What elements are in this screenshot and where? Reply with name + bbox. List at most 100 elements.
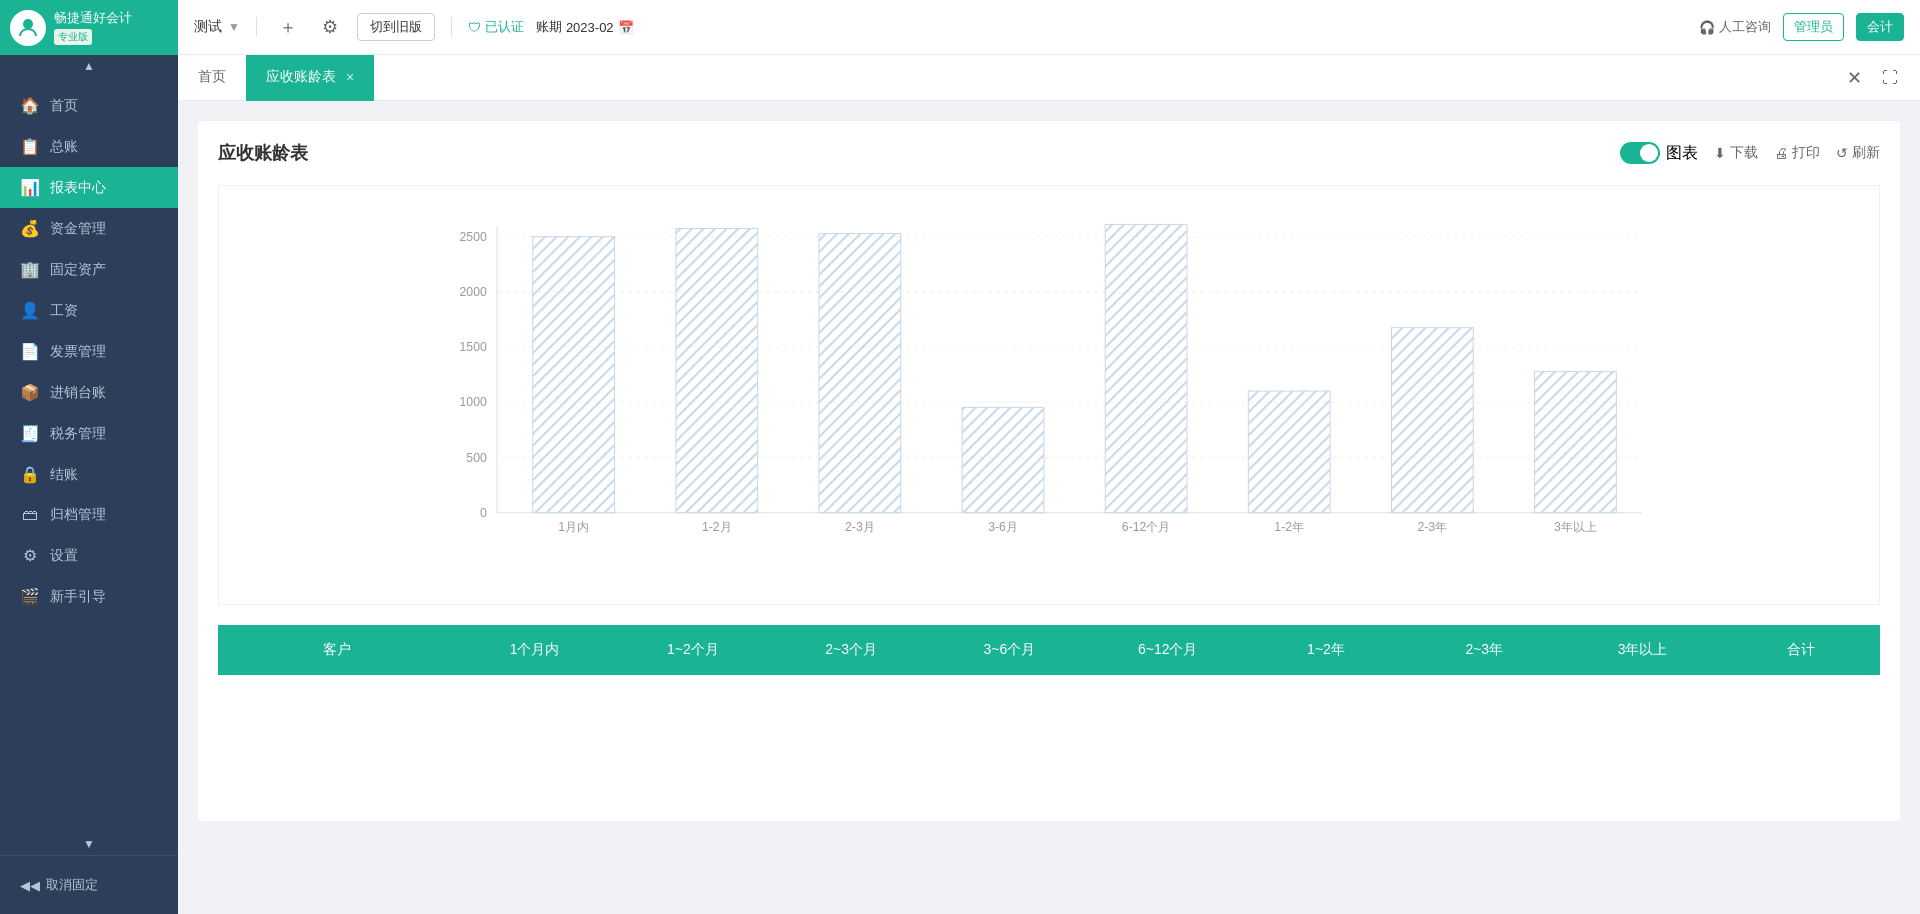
sidebar-label-payroll: 工资 [50, 302, 78, 320]
cancel-fixed-btn[interactable]: ◀◀ 取消固定 [0, 866, 178, 904]
svg-text:3-6月: 3-6月 [988, 520, 1018, 534]
sidebar-item-settings[interactable]: ⚙ 设置 [0, 535, 178, 576]
tab-close-icon[interactable]: × [346, 69, 354, 85]
svg-text:2500: 2500 [460, 230, 487, 244]
sidebar-item-reports[interactable]: 📊 报表中心 [0, 167, 178, 208]
table-header-9: 合计 [1722, 625, 1880, 675]
role-btn[interactable]: 会计 [1856, 13, 1904, 41]
refresh-icon: ↺ [1836, 145, 1848, 161]
sidebar-label-funds: 资金管理 [50, 220, 106, 238]
sidebar-label-close: 结账 [50, 466, 78, 484]
toggle-thumb [1640, 144, 1658, 162]
refresh-label: 刷新 [1852, 144, 1880, 162]
sidebar-label-reports: 报表中心 [50, 179, 106, 197]
scroll-down-arrow[interactable]: ▼ [0, 833, 178, 855]
svg-point-0 [23, 19, 33, 29]
tabbar: 首页 应收账龄表 × ✕ ⛶ [178, 55, 1920, 101]
admin-btn[interactable]: 管理员 [1783, 13, 1844, 41]
sidebar-item-tax[interactable]: 🧾 税务管理 [0, 413, 178, 454]
period-label: 账期 [536, 18, 562, 36]
table-header-2: 1~2个月 [614, 625, 772, 675]
bar-1-2-month [676, 228, 758, 512]
tab-home-label: 首页 [198, 68, 226, 86]
download-btn[interactable]: ⬇ 下载 [1714, 144, 1758, 162]
shield-icon: 🛡 [468, 20, 481, 35]
sidebar-item-guide[interactable]: 🎬 新手引导 [0, 576, 178, 617]
add-project-btn[interactable]: ＋ [273, 12, 303, 42]
scroll-up-arrow[interactable]: ▲ [0, 55, 178, 77]
bar-1-month [533, 237, 615, 513]
customer-service-btn[interactable]: 🎧 人工咨询 [1699, 18, 1771, 36]
sidebar-item-payroll[interactable]: 👤 工资 [0, 290, 178, 331]
svg-text:2-3月: 2-3月 [845, 520, 875, 534]
table-header-0: 客户 [218, 625, 455, 675]
tab-ar-aging-label: 应收账龄表 [266, 68, 336, 86]
download-icon: ⬇ [1714, 145, 1726, 161]
ledger-icon: 📋 [20, 137, 40, 156]
close-icon: ✕ [1847, 67, 1862, 89]
chart-toggle[interactable]: 图表 [1620, 142, 1698, 164]
svg-text:1500: 1500 [460, 340, 487, 354]
window-expand-btn[interactable]: ⛶ [1876, 64, 1904, 92]
svg-text:1-2年: 1-2年 [1274, 520, 1304, 534]
sidebar-label-invoice: 发票管理 [50, 343, 106, 361]
sidebar-item-home[interactable]: 🏠 首页 [0, 85, 178, 126]
guide-icon: 🎬 [20, 587, 40, 606]
inventory-icon: 📦 [20, 383, 40, 402]
sidebar-bottom: ◀◀ 取消固定 [0, 855, 178, 914]
certified-status: 🛡 已认证 [468, 18, 524, 36]
account-period: 账期 2023-02 📅 [536, 18, 634, 36]
sidebar-item-inventory[interactable]: 📦 进销台账 [0, 372, 178, 413]
reports-icon: 📊 [20, 178, 40, 197]
table-header-8: 3年以上 [1563, 625, 1721, 675]
sidebar-item-close[interactable]: 🔒 结账 [0, 454, 178, 495]
sidebar-label-tax: 税务管理 [50, 425, 106, 443]
home-icon: 🏠 [20, 96, 40, 115]
assets-icon: 🏢 [20, 260, 40, 279]
tab-ar-aging[interactable]: 应收账龄表 × [246, 55, 374, 101]
sidebar-item-funds[interactable]: 💰 资金管理 [0, 208, 178, 249]
app-name: 畅捷通好会计 [54, 10, 132, 27]
tax-icon: 🧾 [20, 424, 40, 443]
sidebar-item-ledger[interactable]: 📋 总账 [0, 126, 178, 167]
close-icon: 🔒 [20, 465, 40, 484]
period-value: 2023-02 [566, 20, 614, 35]
sidebar-label-guide: 新手引导 [50, 588, 106, 606]
topbar-right: 🎧 人工咨询 管理员 会计 [1699, 13, 1904, 41]
toggle-track[interactable] [1620, 142, 1660, 164]
window-close-btn[interactable]: ✕ [1840, 64, 1868, 92]
calendar-icon[interactable]: 📅 [618, 20, 634, 35]
project-selector[interactable]: 测试 ▼ [194, 18, 240, 36]
topbar: 测试 ▼ ＋ ⚙ 切到旧版 🛡 已认证 账期 2023-02 📅 🎧 人工咨询 … [178, 0, 1920, 55]
svg-text:6-12个月: 6-12个月 [1122, 520, 1171, 534]
project-name: 测试 [194, 18, 222, 36]
refresh-btn[interactable]: ↺ 刷新 [1836, 144, 1880, 162]
sidebar-item-invoice[interactable]: 📄 发票管理 [0, 331, 178, 372]
main-area: 测试 ▼ ＋ ⚙ 切到旧版 🛡 已认证 账期 2023-02 📅 🎧 人工咨询 … [178, 0, 1920, 914]
funds-icon: 💰 [20, 219, 40, 238]
page-header: 应收账龄表 图表 ⬇ 下载 🖨 打印 [218, 141, 1880, 165]
toggle-label: 图表 [1666, 143, 1698, 164]
svg-text:3年以上: 3年以上 [1554, 520, 1597, 534]
sidebar-label-home: 首页 [50, 97, 78, 115]
download-label: 下载 [1730, 144, 1758, 162]
bar-1-2-year [1248, 391, 1330, 513]
svg-text:2000: 2000 [460, 285, 487, 299]
print-icon: 🖨 [1774, 145, 1788, 161]
sidebar-item-assets[interactable]: 🏢 固定资产 [0, 249, 178, 290]
svg-text:0: 0 [480, 506, 487, 520]
svg-text:2-3年: 2-3年 [1417, 520, 1447, 534]
old-version-btn[interactable]: 切到旧版 [357, 13, 435, 41]
topbar-divider-2 [451, 17, 452, 37]
sidebar-label-settings: 设置 [50, 547, 78, 565]
app-edition: 专业版 [54, 29, 92, 45]
invoice-icon: 📄 [20, 342, 40, 361]
settings-btn[interactable]: ⚙ [315, 12, 345, 42]
table-header-5: 6~12个月 [1089, 625, 1247, 675]
sidebar-label-archive: 归档管理 [50, 506, 106, 524]
table-header-1: 1个月内 [455, 625, 613, 675]
tab-home[interactable]: 首页 [178, 55, 246, 101]
topbar-divider-1 [256, 17, 257, 37]
print-btn[interactable]: 🖨 打印 [1774, 144, 1820, 162]
sidebar-item-archive[interactable]: 🗃 归档管理 [0, 495, 178, 535]
